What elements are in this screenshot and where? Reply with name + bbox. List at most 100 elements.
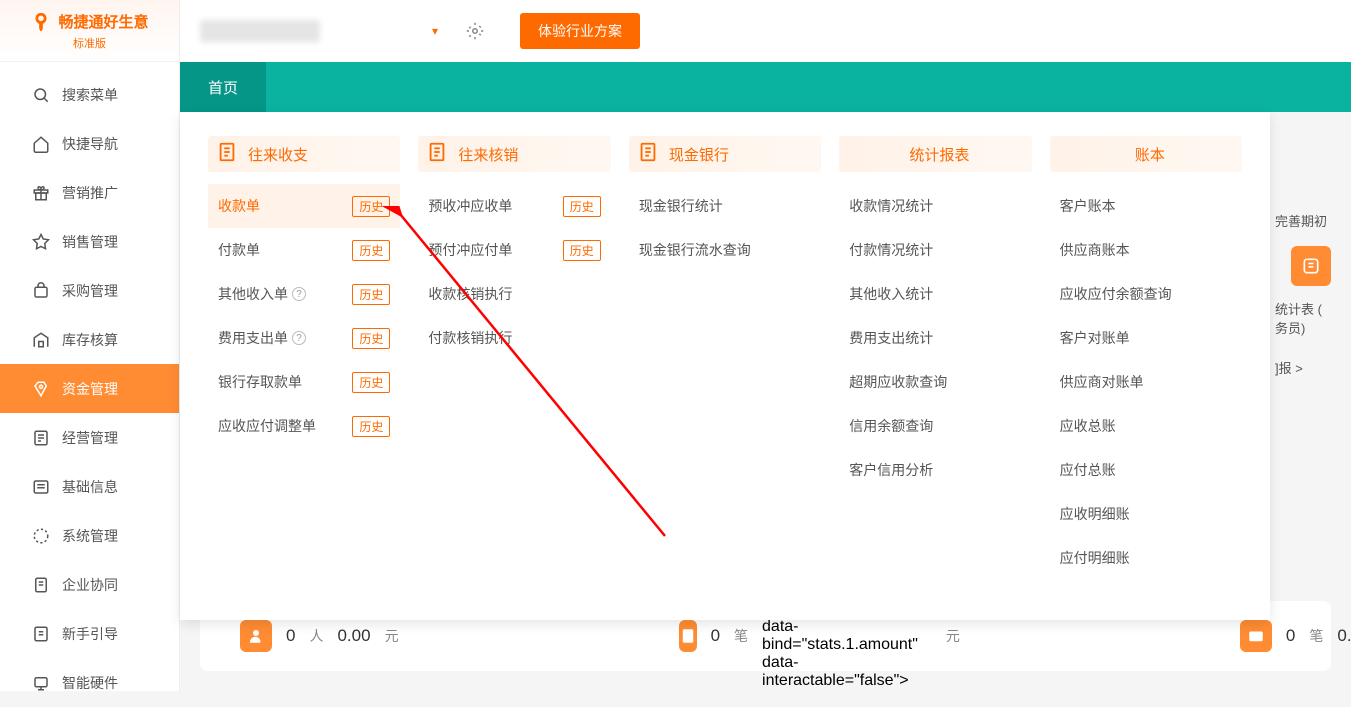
chevron-down-icon[interactable]: ▾	[432, 24, 438, 38]
menu-entry[interactable]: 应收应付调整单历史	[208, 404, 400, 448]
tab-home[interactable]: 首页	[180, 62, 266, 112]
menu-column: 现金银行现金银行统计现金银行流水查询	[629, 136, 821, 580]
gift-icon	[32, 184, 50, 202]
nav-collab[interactable]: 企业协同	[0, 560, 179, 609]
menu-entry-label: 现金银行流水查询	[639, 240, 751, 260]
menu-column-header: 现金银行	[629, 136, 821, 172]
history-badge[interactable]: 历史	[352, 196, 390, 217]
menu-entry-label: 供应商账本	[1060, 240, 1130, 260]
brand-edition: 标准版	[73, 35, 106, 51]
money-icon	[32, 380, 50, 398]
menu-entry[interactable]: 预收冲应收单历史	[418, 184, 610, 228]
nav-finance[interactable]: 资金管理	[0, 364, 179, 413]
gear-icon[interactable]	[466, 22, 484, 40]
nav-label: 智能硬件	[62, 673, 118, 693]
nav-label: 基础信息	[62, 477, 118, 497]
nav-list: 搜索菜单 快捷导航 营销推广 销售管理 采购管理 库存核算 资金管理 经营管理	[0, 62, 179, 707]
stat-icon-receipt	[679, 620, 697, 652]
menu-entry-label: 应付总账	[1060, 460, 1116, 480]
document-icon	[426, 141, 448, 167]
stat-item: 0人 0.00元	[240, 620, 399, 652]
guide-icon	[32, 625, 50, 643]
history-badge[interactable]: 历史	[352, 240, 390, 261]
menu-entry[interactable]: 应收明细账	[1050, 492, 1242, 536]
history-badge[interactable]: 历史	[563, 240, 601, 261]
menu-entry[interactable]: 超期应收款查询	[839, 360, 1031, 404]
nav-operation[interactable]: 经营管理	[0, 413, 179, 462]
menu-entry[interactable]: 现金银行统计	[629, 184, 821, 228]
tab-bar: 首页	[180, 62, 1351, 112]
menu-entry-label: 现金银行统计	[639, 196, 723, 216]
menu-entry[interactable]: 客户账本	[1050, 184, 1242, 228]
nav-inventory[interactable]: 库存核算	[0, 315, 179, 364]
history-badge[interactable]: 历史	[352, 372, 390, 393]
menu-entry[interactable]: 付款核销执行	[418, 316, 610, 360]
menu-entry-label: 银行存取款单	[218, 372, 302, 392]
menu-entry[interactable]: 费用支出单?历史	[208, 316, 400, 360]
help-icon[interactable]: ?	[292, 331, 306, 345]
nav-label: 经营管理	[62, 428, 118, 448]
finance-mega-menu: 往来收支收款单历史付款单历史其他收入单?历史费用支出单?历史银行存取款单历史应收…	[180, 112, 1270, 620]
menu-entry[interactable]: 客户对账单	[1050, 316, 1242, 360]
hardware-icon	[32, 674, 50, 692]
right-text[interactable]: ]报 >	[1271, 349, 1351, 389]
float-badge-icon[interactable]	[1291, 246, 1331, 286]
info-icon	[32, 478, 50, 496]
menu-entry[interactable]: 付款单历史	[208, 228, 400, 272]
stat-item: 0笔 0.00元	[1240, 620, 1351, 652]
menu-entry[interactable]: 应付明细账	[1050, 536, 1242, 580]
menu-entry[interactable]: 应收总账	[1050, 404, 1242, 448]
history-badge[interactable]: 历史	[352, 284, 390, 305]
menu-entry-label: 应收总账	[1060, 416, 1116, 436]
menu-entry[interactable]: 付款情况统计	[839, 228, 1031, 272]
nav-system[interactable]: 系统管理	[0, 511, 179, 560]
menu-entry[interactable]: 费用支出统计	[839, 316, 1031, 360]
nav-purchase[interactable]: 采购管理	[0, 266, 179, 315]
menu-column-header: 账本	[1050, 136, 1242, 172]
menu-entry[interactable]: 预付冲应付单 历史	[418, 228, 610, 272]
menu-entry[interactable]: 收款核销执行	[418, 272, 610, 316]
stat-count: 0	[711, 626, 720, 646]
document-icon	[216, 141, 238, 167]
nav-label: 采购管理	[62, 281, 118, 301]
nav-hardware[interactable]: 智能硬件	[0, 658, 179, 707]
menu-entry[interactable]: 其他收入单?历史	[208, 272, 400, 316]
nav-label: 企业协同	[62, 575, 118, 595]
nav-sales[interactable]: 销售管理	[0, 217, 179, 266]
menu-entry[interactable]: 客户信用分析	[839, 448, 1031, 492]
menu-entry[interactable]: 供应商账本	[1050, 228, 1242, 272]
menu-entry[interactable]: 现金银行流水查询	[629, 228, 821, 272]
menu-entry-label: 超期应收款查询	[849, 372, 947, 392]
menu-entry[interactable]: 应收应付余额查询	[1050, 272, 1242, 316]
history-badge[interactable]: 历史	[352, 328, 390, 349]
menu-entry[interactable]: 其他收入统计	[839, 272, 1031, 316]
menu-entry[interactable]: 应付总账	[1050, 448, 1242, 492]
menu-entry-label: 信用余额查询	[849, 416, 933, 436]
menu-entry[interactable]: 收款单历史	[208, 184, 400, 228]
menu-entry-label: 应付明细账	[1060, 548, 1130, 568]
experience-plan-button[interactable]: 体验行业方案	[520, 13, 640, 49]
nav-quicknav[interactable]: 快捷导航	[0, 119, 179, 168]
history-badge[interactable]: 历史	[352, 416, 390, 437]
nav-search[interactable]: 搜索菜单	[0, 70, 179, 119]
menu-entry[interactable]: 收款情况统计	[839, 184, 1031, 228]
nav-basicinfo[interactable]: 基础信息	[0, 462, 179, 511]
nav-label: 资金管理	[62, 379, 118, 399]
menu-entry-label: 收款情况统计	[849, 196, 933, 216]
menu-entry[interactable]: 信用余额查询	[839, 404, 1031, 448]
top-bar: ▾ 体验行业方案	[180, 0, 1351, 62]
menu-entry-label: 费用支出统计	[849, 328, 933, 348]
nav-marketing[interactable]: 营销推广	[0, 168, 179, 217]
help-icon[interactable]: ?	[292, 287, 306, 301]
menu-entry-label: 应收应付余额查询	[1060, 284, 1172, 304]
stat-icon-wallet	[1240, 620, 1272, 652]
menu-entry[interactable]: 银行存取款单 历史	[208, 360, 400, 404]
nav-guide[interactable]: 新手引导	[0, 609, 179, 658]
menu-entry-label: 其他收入统计	[849, 284, 933, 304]
menu-entry-label: 预付冲应付单	[428, 240, 512, 260]
menu-entry[interactable]: 供应商对账单	[1050, 360, 1242, 404]
menu-column-header: 统计报表	[839, 136, 1031, 172]
menu-column-header: 往来核销	[418, 136, 610, 172]
stat-icon-person	[240, 620, 272, 652]
history-badge[interactable]: 历史	[563, 196, 601, 217]
